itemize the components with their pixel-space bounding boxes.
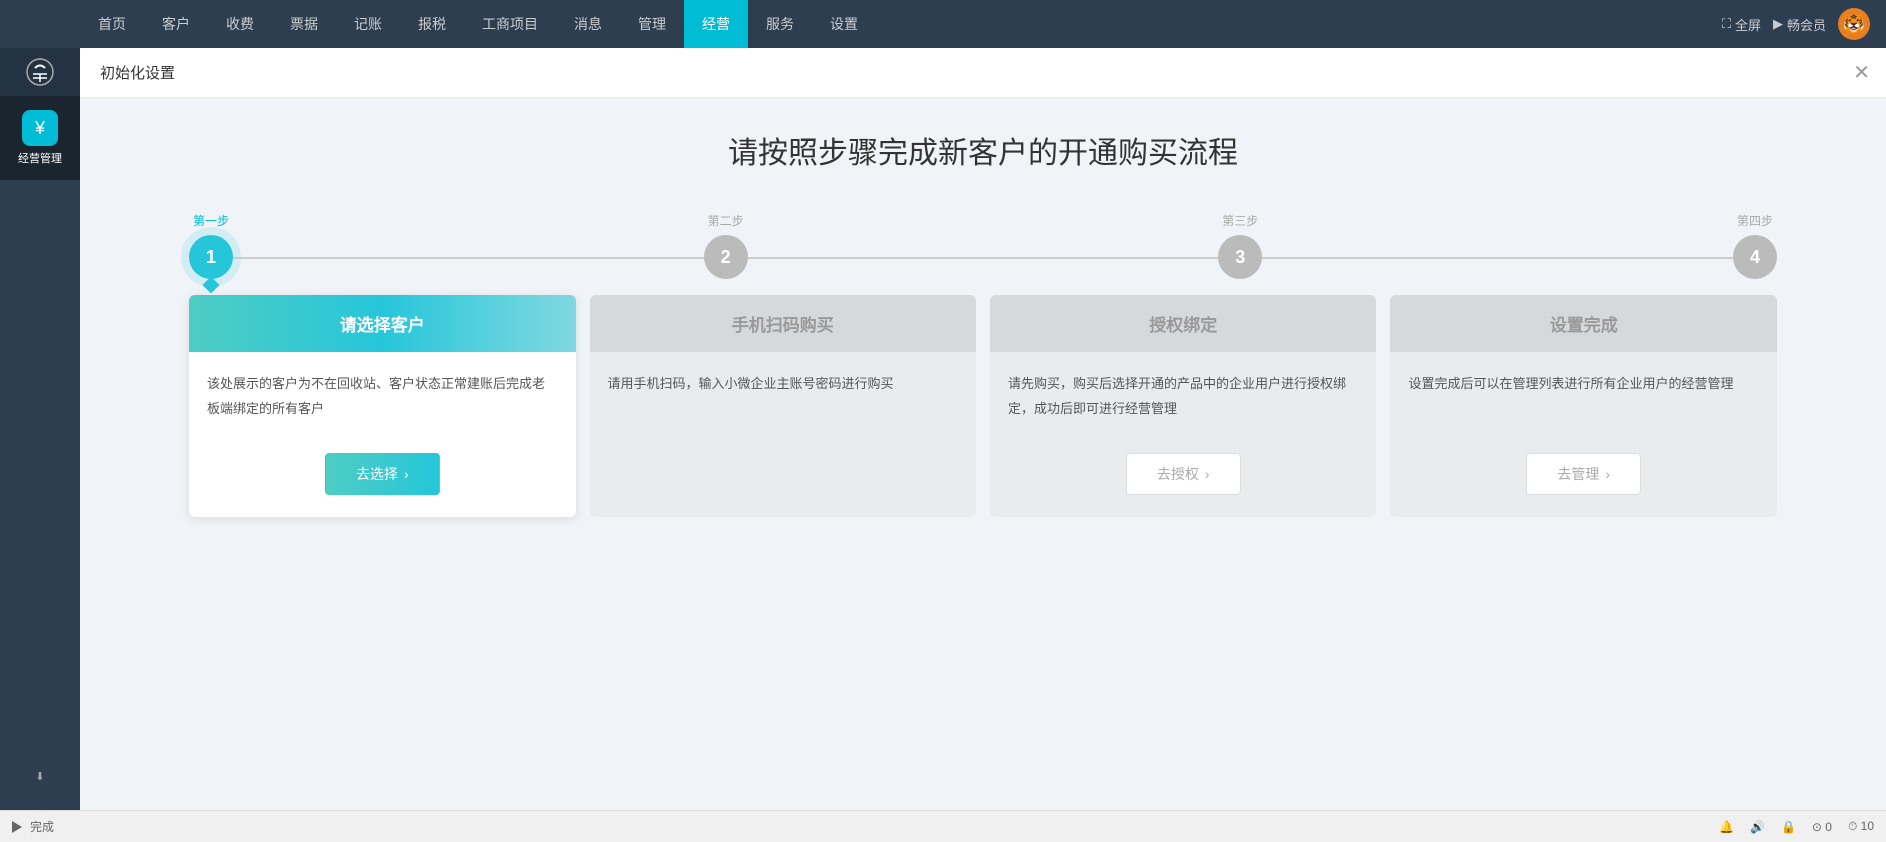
step-circle-4: 4 [1733, 235, 1777, 279]
card-header-1: 请选择客户 [189, 295, 575, 352]
step-card-4: 设置完成 设置完成后可以在管理列表进行所有企业用户的经营管理 去管理 › [1390, 295, 1776, 517]
page-header: 初始化设置 ✕ [80, 48, 1886, 98]
status-bar: 完成 🔔 🔊 🔒 ⊙ 0 ⏱ 10 [0, 810, 1886, 842]
steps-row: 第一步 1 第二步 2 [120, 212, 1846, 279]
status-right: 🔔 🔊 🔒 ⊙ 0 ⏱ 10 [1719, 819, 1874, 834]
sidebar-download-button[interactable]: ⬇ [0, 758, 80, 795]
close-button[interactable]: ✕ [1853, 63, 1870, 83]
step1-button-icon: › [404, 466, 409, 482]
notification-count: ⊙ 0 [1812, 820, 1832, 834]
nav-item-industry[interactable]: 工商项目 [464, 0, 556, 48]
body-area: ¥ 经营管理 ⬇ ◎ 初始化设置 ✕ 请按照步骤完成新客户的开通购买流程 [0, 48, 1886, 842]
nav-item-bookkeep[interactable]: 记账 [336, 0, 400, 48]
step-card-2: 手机扫码购买 请用手机扫码，输入小微企业主账号密码进行购买 [590, 295, 976, 517]
lock-icon: 🔒 [1781, 820, 1796, 834]
step-node-3: 第三步 3 [1218, 212, 1262, 279]
step-circle-2: 2 [704, 235, 748, 279]
nav-item-settings[interactable]: 设置 [812, 0, 876, 48]
status-label: 完成 [30, 818, 54, 835]
sidebar: ¥ 经营管理 ⬇ ◎ [0, 48, 80, 842]
step1-button-label: 去选择 [356, 464, 398, 484]
bell-icon: 🔔 [1719, 820, 1734, 834]
nav-item-client[interactable]: 客户 [144, 0, 208, 48]
step3-button[interactable]: 去授权 › [1126, 453, 1241, 495]
step-connector-3 [1262, 257, 1733, 259]
step-label-3: 第三步 [1222, 212, 1258, 229]
timer-icon: ⏱ 10 [1848, 819, 1874, 834]
step1-button[interactable]: 去选择 › [325, 453, 440, 495]
status-left: 完成 [12, 818, 54, 835]
play-icon: ▶ [1773, 16, 1783, 32]
step-node-2: 第二步 2 [704, 212, 748, 279]
card-body-2: 请用手机扫码，输入小微企业主账号密码进行购买 [590, 352, 976, 483]
nav-item-operation[interactable]: 经营 [684, 0, 748, 48]
card-footer-1: 去选择 › [189, 441, 575, 517]
nav-item-message[interactable]: 消息 [556, 0, 620, 48]
member-label: 畅会员 [1787, 15, 1826, 34]
play-icon [12, 821, 22, 833]
step-card-1: 请选择客户 该处展示的客户为不在回收站、客户状态正常建账后完成老板端绑定的所有客… [189, 295, 575, 517]
main-heading: 请按照步骤完成新客户的开通购买流程 [120, 128, 1846, 172]
card-header-4: 设置完成 [1390, 295, 1776, 352]
nav-item-home[interactable]: 首页 [80, 0, 144, 48]
nav-item-bill[interactable]: 票据 [272, 0, 336, 48]
sidebar-item-label: 经营管理 [18, 150, 62, 166]
sidebar-logo [0, 48, 80, 96]
main-content: 请按照步骤完成新客户的开通购买流程 第一步 1 第二步 [80, 98, 1886, 842]
page-title: 初始化设置 [100, 62, 175, 83]
download-icon: ⬇ [35, 770, 44, 783]
step-number-3: 3 [1235, 247, 1245, 268]
cards-row: 请选择客户 该处展示的客户为不在回收站、客户状态正常建账后完成老板端绑定的所有客… [120, 295, 1846, 517]
step-label-4: 第四步 [1737, 212, 1773, 229]
nav-item-manage[interactable]: 管理 [620, 0, 684, 48]
step-number-1: 1 [206, 247, 216, 268]
page-area: 初始化设置 ✕ 请按照步骤完成新客户的开通购买流程 第一步 1 [80, 48, 1886, 842]
card-footer-2 [590, 483, 976, 517]
top-nav: 首页 客户 收费 票据 记账 报税 工商项目 消息 管理 经营 服务 设置 ⛶ … [0, 0, 1886, 48]
nav-item-service[interactable]: 服务 [748, 0, 812, 48]
step-label-1: 第一步 [193, 212, 229, 229]
logo-icon [26, 58, 54, 86]
card-footer-3: 去授权 › [990, 441, 1376, 517]
member-button[interactable]: ▶ 畅会员 [1773, 15, 1826, 34]
fullscreen-button[interactable]: ⛶ 全屏 [1722, 15, 1761, 34]
step-circle-3: 3 [1218, 235, 1262, 279]
app-wrapper: 首页 客户 收费 票据 记账 报税 工商项目 消息 管理 经营 服务 设置 ⛶ … [0, 0, 1886, 842]
fullscreen-icon: ⛶ [1722, 16, 1731, 32]
fullscreen-label: 全屏 [1735, 15, 1761, 34]
step-node-4: 第四步 4 [1733, 212, 1777, 279]
step-number-2: 2 [721, 247, 731, 268]
step-connector-2 [748, 257, 1219, 259]
card-footer-4: 去管理 › [1390, 441, 1776, 517]
step4-button[interactable]: 去管理 › [1526, 453, 1641, 495]
step3-button-icon: › [1205, 466, 1210, 482]
step3-button-label: 去授权 [1157, 464, 1199, 484]
step-number-4: 4 [1750, 247, 1760, 268]
card-body-1: 该处展示的客户为不在回收站、客户状态正常建账后完成老板端绑定的所有客户 [189, 352, 575, 441]
card-header-3: 授权绑定 [990, 295, 1376, 352]
user-avatar[interactable]: 🐯 [1838, 8, 1870, 40]
step-circle-1: 1 [189, 235, 233, 279]
nav-item-tax[interactable]: 报税 [400, 0, 464, 48]
nav-items: 首页 客户 收费 票据 记账 报税 工商项目 消息 管理 经营 服务 设置 [80, 0, 1722, 48]
card-body-4: 设置完成后可以在管理列表进行所有企业用户的经营管理 [1390, 352, 1776, 441]
step-card-3: 授权绑定 请先购买，购买后选择开通的产品中的企业用户进行授权绑定，成功后即可进行… [990, 295, 1376, 517]
card-body-3: 请先购买，购买后选择开通的产品中的企业用户进行授权绑定，成功后即可进行经营管理 [990, 352, 1376, 441]
operation-icon: ¥ [22, 110, 58, 146]
nav-item-fee[interactable]: 收费 [208, 0, 272, 48]
step4-button-icon: › [1605, 466, 1610, 482]
volume-icon: 🔊 [1750, 820, 1765, 834]
step-connector-1 [233, 257, 704, 259]
nav-right: ⛶ 全屏 ▶ 畅会员 🐯 [1722, 8, 1886, 40]
card-header-2: 手机扫码购买 [590, 295, 976, 352]
step4-button-label: 去管理 [1557, 464, 1599, 484]
step-label-2: 第二步 [708, 212, 744, 229]
step-node-1: 第一步 1 [189, 212, 233, 279]
sidebar-item-operation[interactable]: ¥ 经营管理 [0, 96, 80, 180]
